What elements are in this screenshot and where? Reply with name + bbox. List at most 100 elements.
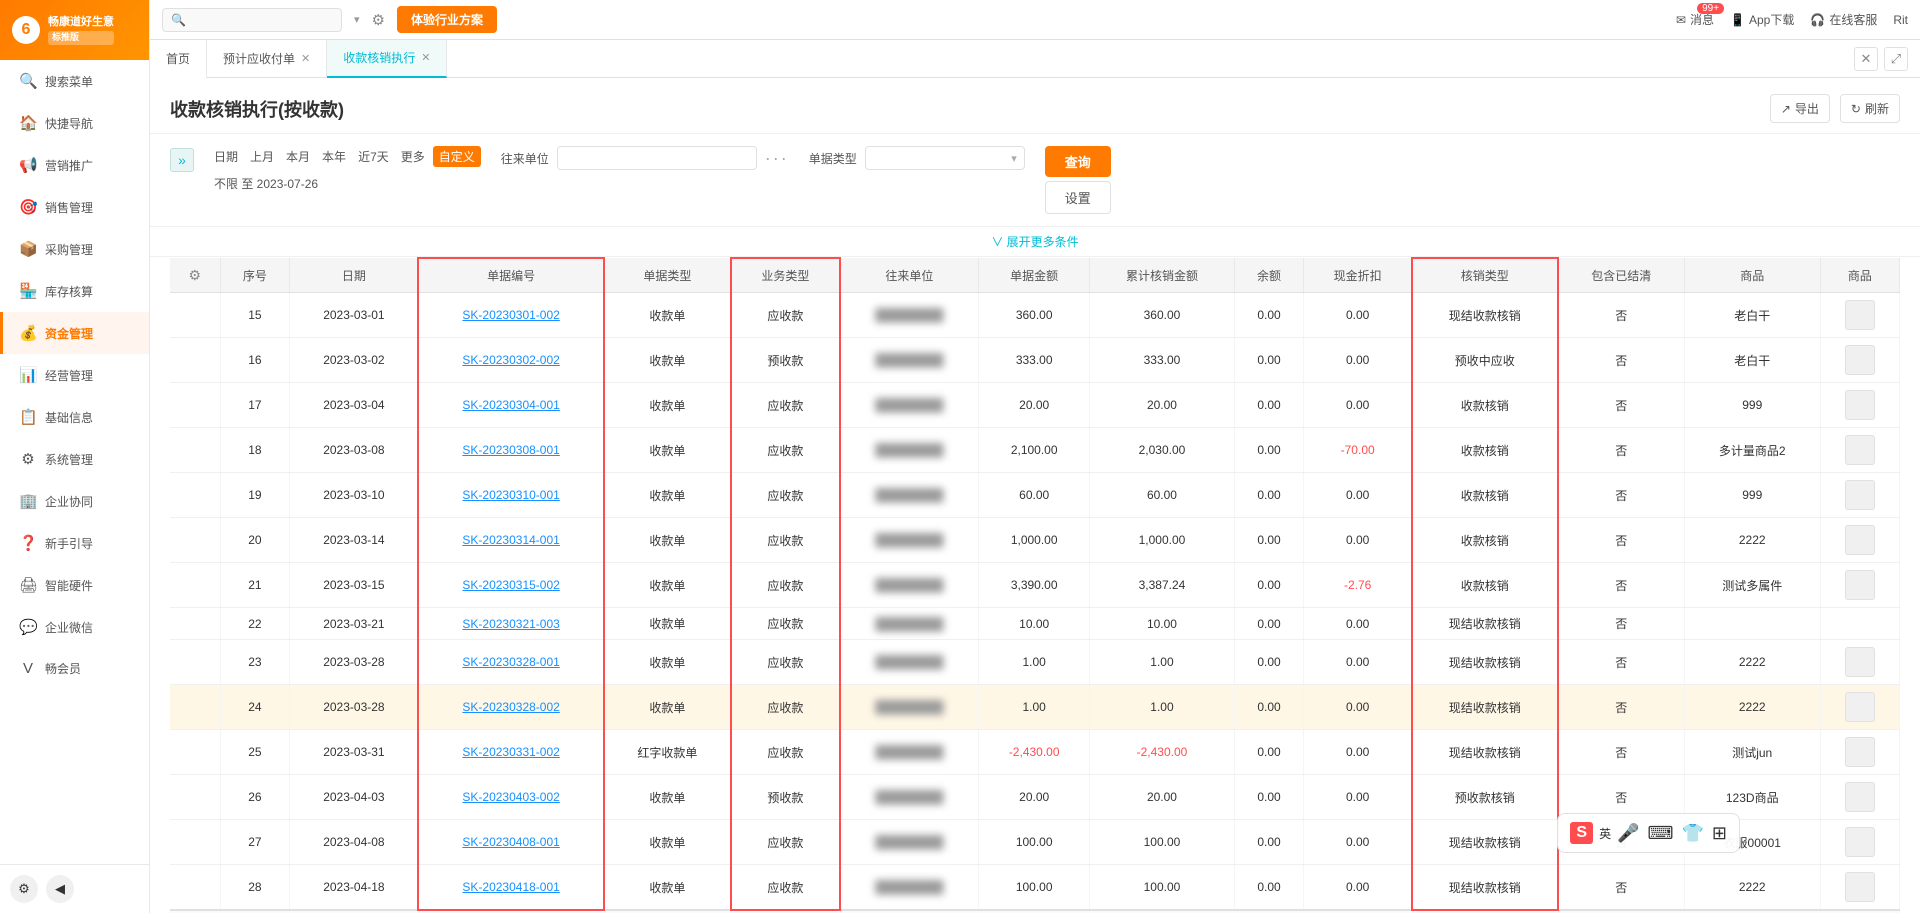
- sidebar-item-finance[interactable]: 💰资金管理: [0, 312, 149, 354]
- sidebar-item-hardware[interactable]: 🖨智能硬件: [0, 564, 149, 606]
- shortcut-本月[interactable]: 本月: [282, 146, 314, 167]
- shortcut-自定义[interactable]: 自定义: [433, 146, 481, 167]
- filter-expand-button[interactable]: »: [170, 148, 194, 172]
- topbar-gear-icon[interactable]: ⚙: [372, 11, 385, 29]
- sidebar-item-guide[interactable]: ❓新手引导: [0, 522, 149, 564]
- maximize-button[interactable]: ⤢: [1884, 47, 1908, 71]
- td-writeoff_type: 现结收款核销: [1412, 730, 1558, 775]
- doc-no-link[interactable]: SK-20230301-002: [462, 308, 559, 322]
- td-partner: ████████: [840, 820, 979, 865]
- sidebar-item-marketing[interactable]: 📢营销推广: [0, 144, 149, 186]
- td-seq: 21: [220, 563, 290, 608]
- doc-no-link[interactable]: SK-20230304-001: [462, 398, 559, 412]
- tab-home[interactable]: 首页: [150, 40, 207, 78]
- doc-no-link[interactable]: SK-20230331-002: [462, 745, 559, 759]
- td-partner: ████████: [840, 608, 979, 640]
- sidebar-item-wechat[interactable]: 💬企业微信: [0, 606, 149, 648]
- content-area: 收款核销执行(按收款) ↗ 导出 ↻ 刷新 »: [150, 78, 1920, 913]
- td-seq: 27: [220, 820, 290, 865]
- partner-input[interactable]: [557, 146, 757, 170]
- expand-more-bar: ∨ 展开更多条件: [150, 227, 1920, 257]
- doc-no-link[interactable]: SK-20230328-001: [462, 655, 559, 669]
- doc-no-link[interactable]: SK-20230315-002: [462, 578, 559, 592]
- sidebar-icon-wechat: 💬: [19, 618, 37, 636]
- td-doc_no: SK-20230403-002: [418, 775, 603, 820]
- shortcut-近7天[interactable]: 近7天: [354, 146, 393, 167]
- sidebar-item-purchase[interactable]: 📦采购管理: [0, 228, 149, 270]
- doc-no-link[interactable]: SK-20230308-001: [462, 443, 559, 457]
- td-partner: ████████: [840, 563, 979, 608]
- td-goods: 测试多属件: [1684, 563, 1820, 608]
- td-include_settled: 否: [1558, 293, 1684, 338]
- doc-no-link[interactable]: SK-20230328-002: [462, 700, 559, 714]
- shortcut-本年[interactable]: 本年: [318, 146, 350, 167]
- keyboard-icon: ⌨: [1648, 823, 1674, 844]
- expand-more-button[interactable]: ∨ 展开更多条件: [991, 233, 1078, 250]
- td-include_settled: 否: [1558, 685, 1684, 730]
- sidebar-label-finance: 资金管理: [45, 325, 93, 342]
- sidebar-item-quick-nav[interactable]: 🏠快捷导航: [0, 102, 149, 144]
- td-discount: 0.00: [1304, 518, 1412, 563]
- message-action[interactable]: ✉ 消息 99+: [1676, 11, 1714, 28]
- td-goods: [1684, 608, 1820, 640]
- td-date: 2023-03-01: [290, 293, 419, 338]
- export-button[interactable]: ↗ 导出: [1770, 94, 1830, 123]
- collapse-icon[interactable]: ◀: [46, 875, 74, 903]
- refresh-button[interactable]: ↻ 刷新: [1840, 94, 1900, 123]
- td-doc_type: 收款单: [604, 563, 731, 608]
- page: 收款核销执行(按收款) ↗ 导出 ↻ 刷新 »: [150, 78, 1920, 913]
- sidebar-item-member[interactable]: V畅会员: [0, 648, 149, 689]
- search-chevron-icon[interactable]: ▾: [354, 13, 360, 26]
- filter-bar: » 日期 上月本月本年近7天更多自定义 不限 至 2023-07-26 往来单位: [150, 134, 1920, 227]
- search-input[interactable]: [192, 13, 312, 27]
- doc-no-link[interactable]: SK-20230321-003: [462, 617, 559, 631]
- sidebar-item-inventory[interactable]: 🏪库存核算: [0, 270, 149, 312]
- user-avatar[interactable]: Rit: [1893, 13, 1908, 27]
- td-writeoff_amount: 2,030.00: [1090, 428, 1234, 473]
- industry-solution-button[interactable]: 体验行业方案: [397, 6, 497, 33]
- doc-no-link[interactable]: SK-20230418-001: [462, 880, 559, 894]
- watermark-text: 英: [1599, 825, 1611, 842]
- tab-receivable[interactable]: 预计应收付单✕: [207, 40, 327, 78]
- tab-close-writeoff[interactable]: ✕: [421, 51, 430, 64]
- online-service-action[interactable]: 🎧 在线客服: [1810, 11, 1877, 28]
- filter-setting-button[interactable]: 设置: [1045, 181, 1111, 214]
- search-box[interactable]: 🔍: [162, 8, 342, 32]
- sidebar-item-sales[interactable]: 🎯销售管理: [0, 186, 149, 228]
- receipt-type-select[interactable]: [865, 146, 1025, 170]
- doc-no-link[interactable]: SK-20230302-002: [462, 353, 559, 367]
- shortcut-更多[interactable]: 更多: [397, 146, 429, 167]
- th-writeoff_amount: 累计核销金额: [1090, 258, 1234, 293]
- td-balance: 0.00: [1234, 685, 1304, 730]
- doc-no-link[interactable]: SK-20230314-001: [462, 533, 559, 547]
- sidebar-item-operation[interactable]: 📊经营管理: [0, 354, 149, 396]
- tab-writeoff[interactable]: 收款核销执行✕: [327, 40, 447, 78]
- doc-no-link[interactable]: SK-20230408-001: [462, 835, 559, 849]
- query-button[interactable]: 查询: [1045, 146, 1111, 177]
- td-settings: [170, 640, 220, 685]
- td-balance: 0.00: [1234, 775, 1304, 820]
- td-partner: ████████: [840, 428, 979, 473]
- td-seq: 17: [220, 383, 290, 428]
- td-biz_type: 预收款: [731, 338, 840, 383]
- sidebar-item-basic[interactable]: 📋基础信息: [0, 396, 149, 438]
- app-download-action[interactable]: 📱 App下载: [1730, 11, 1794, 28]
- sidebar-item-enterprise[interactable]: 🏢企业协同: [0, 480, 149, 522]
- sidebar-menu: 🔍搜索菜单🏠快捷导航📢营销推广🎯销售管理📦采购管理🏪库存核算💰资金管理📊经营管理…: [0, 60, 149, 864]
- td-goods2: [1820, 473, 1899, 518]
- td-partner: ████████: [840, 775, 979, 820]
- doc-no-link[interactable]: SK-20230403-002: [462, 790, 559, 804]
- td-doc_no: SK-20230418-001: [418, 865, 603, 911]
- goods-thumbnail: [1845, 435, 1875, 465]
- td-include_settled: 否: [1558, 563, 1684, 608]
- settings-icon[interactable]: ⚙: [10, 875, 38, 903]
- shortcut-上月[interactable]: 上月: [246, 146, 278, 167]
- partner-dots: ···: [765, 148, 789, 169]
- sidebar-item-system[interactable]: ⚙系统管理: [0, 438, 149, 480]
- close-tab-button[interactable]: ✕: [1854, 47, 1878, 71]
- export-icon: ↗: [1781, 102, 1791, 116]
- tab-close-receivable[interactable]: ✕: [301, 52, 310, 65]
- sidebar-item-search[interactable]: 🔍搜索菜单: [0, 60, 149, 102]
- table-settings-icon[interactable]: ⚙: [188, 267, 201, 283]
- doc-no-link[interactable]: SK-20230310-001: [462, 488, 559, 502]
